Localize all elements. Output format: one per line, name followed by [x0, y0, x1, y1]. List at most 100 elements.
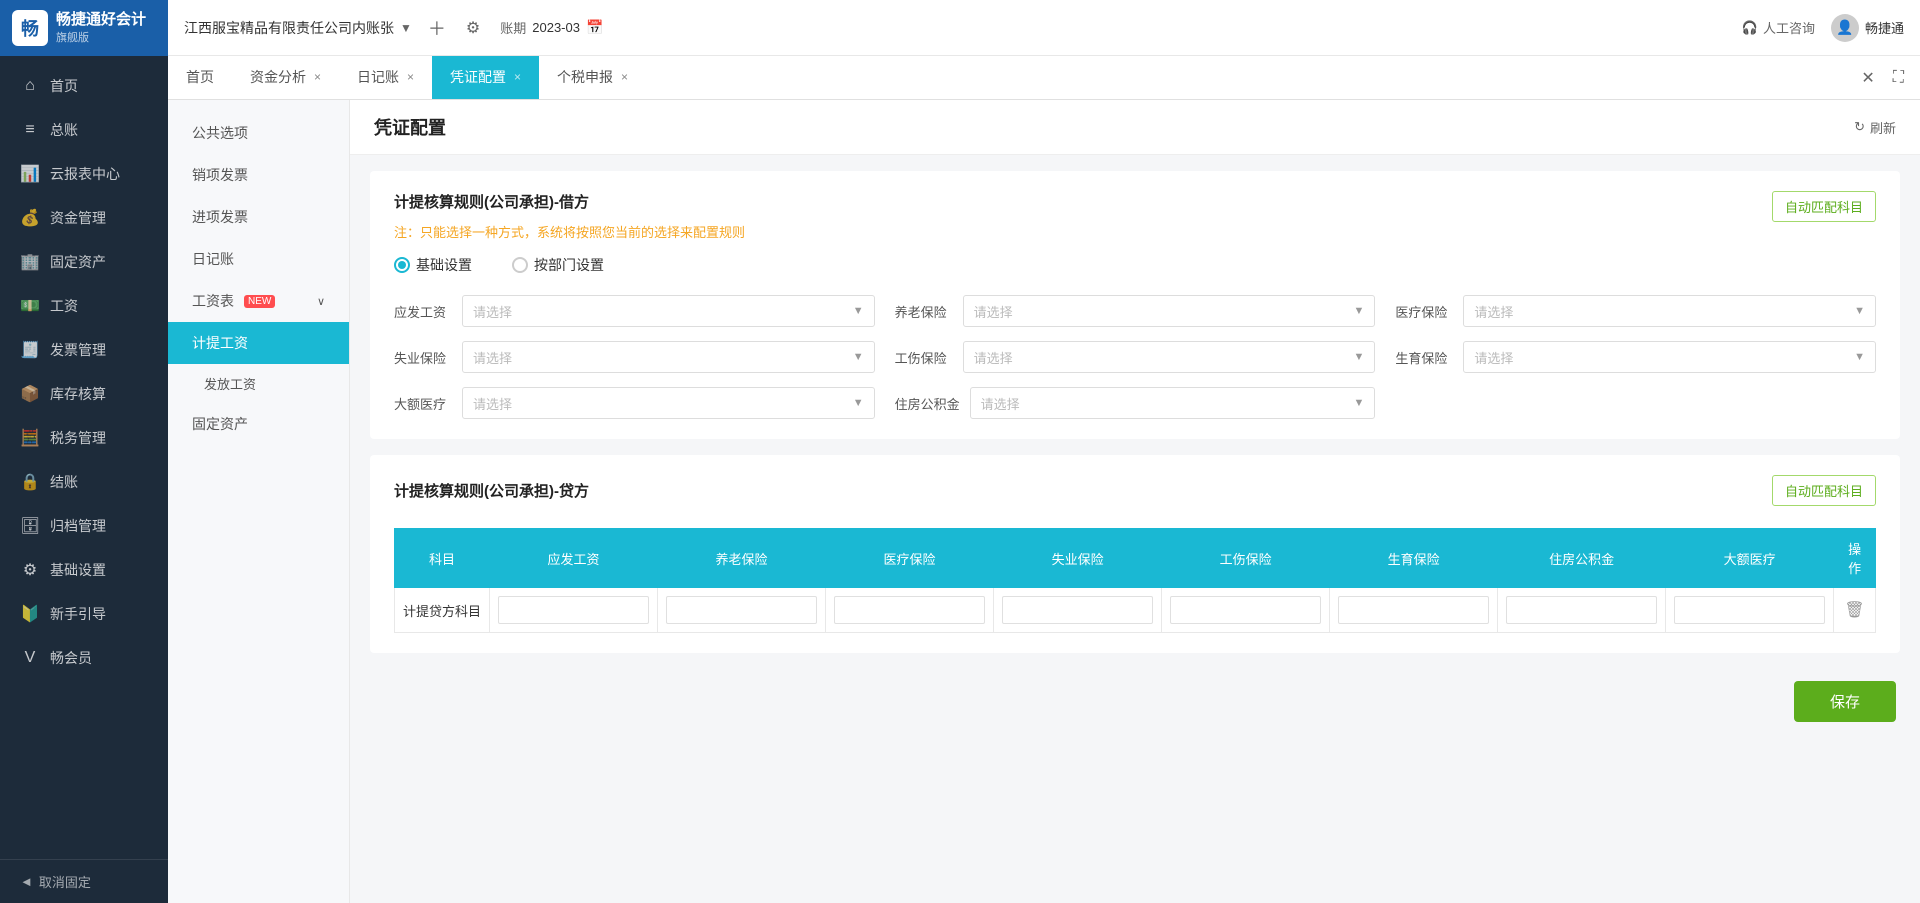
tab-voucher-close[interactable]: ×	[514, 70, 521, 84]
select-gongjijin-placeholder: 请选择	[981, 394, 1020, 413]
sidebar-item-reports[interactable]: 📊 云报表中心	[0, 152, 168, 196]
tab-funds-close[interactable]: ×	[314, 70, 321, 84]
radio-dept[interactable]: 按部门设置	[512, 255, 604, 275]
select-gongjijin[interactable]: 请选择 ▼	[970, 387, 1376, 419]
sidebar-item-inventory[interactable]: 📦 库存核算	[0, 372, 168, 416]
tabbar-right: ✕ ⛶	[1857, 56, 1920, 99]
inventory-icon: 📦	[20, 384, 40, 404]
select-yingfa[interactable]: 请选择 ▼	[462, 295, 875, 327]
tab-tax-close[interactable]: ×	[621, 70, 628, 84]
sidebar-item-vip[interactable]: V 畅会员	[0, 636, 168, 680]
input-gongjijin[interactable]	[1506, 596, 1657, 624]
sec-item-payroll-table-label: 工资表	[192, 291, 234, 311]
sec-item-journal[interactable]: 日记账	[168, 238, 349, 280]
input-yingfa[interactable]	[498, 596, 649, 624]
sidebar-item-funds[interactable]: 💰 资金管理	[0, 196, 168, 240]
sidebar-item-home[interactable]: ⌂ 首页	[0, 64, 168, 108]
sec-item-purchase[interactable]: 进项发票	[168, 196, 349, 238]
td-gongshang[interactable]	[1162, 588, 1330, 633]
sidebar-label-inventory: 库存核算	[50, 384, 106, 404]
debit-auto-match-button[interactable]: 自动匹配科目	[1772, 191, 1876, 222]
select-gongshang-placeholder: 请选择	[974, 348, 1013, 367]
period-area: 账期 2023-03 📅	[500, 18, 603, 37]
logo-text-area: 畅捷通好会计 旗舰版	[56, 11, 146, 45]
topbar-right: 🎧 人工咨询 👤 畅捷通	[1742, 14, 1904, 42]
td-shiye[interactable]	[994, 588, 1162, 633]
sidebar-item-settings[interactable]: ⚙ 基础设置	[0, 548, 168, 592]
select-daeyiliao[interactable]: 请选择 ▼	[462, 387, 875, 419]
cancel-fixed-button[interactable]: ◄ 取消固定	[0, 859, 168, 903]
sidebar-item-archive[interactable]: 🗄 归档管理	[0, 504, 168, 548]
td-daeyiliao[interactable]	[1666, 588, 1834, 633]
td-yingfa[interactable]	[490, 588, 658, 633]
td-shengyu[interactable]	[1330, 588, 1498, 633]
tab-home-label: 首页	[186, 67, 214, 87]
input-yiliao[interactable]	[834, 596, 985, 624]
calendar-icon[interactable]: 📅	[586, 19, 603, 36]
save-button[interactable]: 保存	[1794, 681, 1896, 722]
th-yingfa: 应发工资	[490, 529, 658, 588]
sec-item-payroll-table[interactable]: 工资表 NEW ∨	[168, 280, 349, 322]
sidebar-item-assets[interactable]: 🏢 固定资产	[0, 240, 168, 284]
settings-button[interactable]: ⚙	[462, 14, 484, 42]
sec-item-fixed-asset[interactable]: 固定资产	[168, 403, 349, 445]
select-shiye[interactable]: 请选择 ▼	[462, 341, 875, 373]
tab-tax[interactable]: 个税申报 ×	[539, 56, 646, 99]
sidebar-item-guide[interactable]: 🔰 新手引导	[0, 592, 168, 636]
user-area[interactable]: 👤 畅捷通	[1831, 14, 1904, 42]
td-gongjijin[interactable]	[1498, 588, 1666, 633]
refresh-icon: ↻	[1854, 119, 1865, 135]
funds-icon: 💰	[20, 208, 40, 228]
headset-icon: 🎧	[1742, 20, 1758, 36]
input-gongshang[interactable]	[1170, 596, 1321, 624]
sidebar-label-guide: 新手引导	[50, 604, 106, 624]
td-action[interactable]: 🗑	[1834, 588, 1876, 633]
input-daeyiliao[interactable]	[1674, 596, 1825, 624]
tab-home[interactable]: 首页	[168, 56, 232, 99]
add-company-button[interactable]: ＋	[424, 11, 450, 45]
sec-item-public[interactable]: 公共选项	[168, 112, 349, 154]
refresh-label: 刷新	[1870, 118, 1896, 137]
sidebar-item-close[interactable]: 🔒 结账	[0, 460, 168, 504]
field-gongshang: 工伤保险 请选择 ▼	[895, 341, 1376, 373]
select-yanglao-arrow: ▼	[1353, 305, 1364, 317]
sidebar-item-wages[interactable]: 💵 工资	[0, 284, 168, 328]
secondary-sidebar: 公共选项 销项发票 进项发票 日记账 工资表 NEW ∨ 计提工资 发放工资	[168, 100, 350, 903]
select-shengyu[interactable]: 请选择 ▼	[1463, 341, 1876, 373]
credit-auto-match-button[interactable]: 自动匹配科目	[1772, 475, 1876, 506]
sec-item-sales[interactable]: 销项发票	[168, 154, 349, 196]
tab-expand-icon[interactable]: ⛶	[1889, 65, 1908, 91]
select-gongshang[interactable]: 请选择 ▼	[963, 341, 1376, 373]
td-yanglao[interactable]	[658, 588, 826, 633]
input-shengyu[interactable]	[1338, 596, 1489, 624]
select-gongjijin-arrow: ▼	[1353, 397, 1364, 409]
sidebar-item-tax[interactable]: 🧮 税务管理	[0, 416, 168, 460]
input-shiye[interactable]	[1002, 596, 1153, 624]
sidebar-item-ledger[interactable]: ≡ 总账	[0, 108, 168, 152]
sidebar-label-funds: 资金管理	[50, 208, 106, 228]
refresh-button[interactable]: ↻ 刷新	[1854, 118, 1896, 137]
tab-journal-close[interactable]: ×	[407, 70, 414, 84]
select-yiliao[interactable]: 请选择 ▼	[1463, 295, 1876, 327]
label-yingfa: 应发工资	[394, 302, 452, 321]
sidebar-label-vip: 畅会员	[50, 648, 92, 668]
sidebar-label-assets: 固定资产	[50, 252, 106, 272]
radio-basic[interactable]: 基础设置	[394, 255, 472, 275]
tab-funds[interactable]: 资金分析 ×	[232, 56, 339, 99]
tab-journal[interactable]: 日记账 ×	[339, 56, 432, 99]
tab-voucher[interactable]: 凭证配置 ×	[432, 56, 539, 99]
archive-icon: 🗄	[20, 516, 40, 536]
select-yanglao[interactable]: 请选择 ▼	[963, 295, 1376, 327]
input-yanglao[interactable]	[666, 596, 817, 624]
company-selector[interactable]: 江西服宝精品有限责任公司内账张 ▼	[184, 18, 412, 38]
select-yingfa-placeholder: 请选择	[473, 302, 512, 321]
delete-row-icon[interactable]: 🗑	[1844, 602, 1864, 619]
td-yiliao[interactable]	[826, 588, 994, 633]
sec-item-payroll-accrual-label: 计提工资	[192, 333, 248, 353]
sec-item-payroll-pay[interactable]: 发放工资	[168, 364, 349, 403]
sidebar-item-invoice[interactable]: 🧾 发票管理	[0, 328, 168, 372]
company-dropdown-icon: ▼	[400, 21, 412, 35]
sec-item-payroll-accrual[interactable]: 计提工资	[168, 322, 349, 364]
service-button[interactable]: 🎧 人工咨询	[1742, 18, 1815, 37]
tab-close-all-icon[interactable]: ✕	[1857, 64, 1878, 92]
